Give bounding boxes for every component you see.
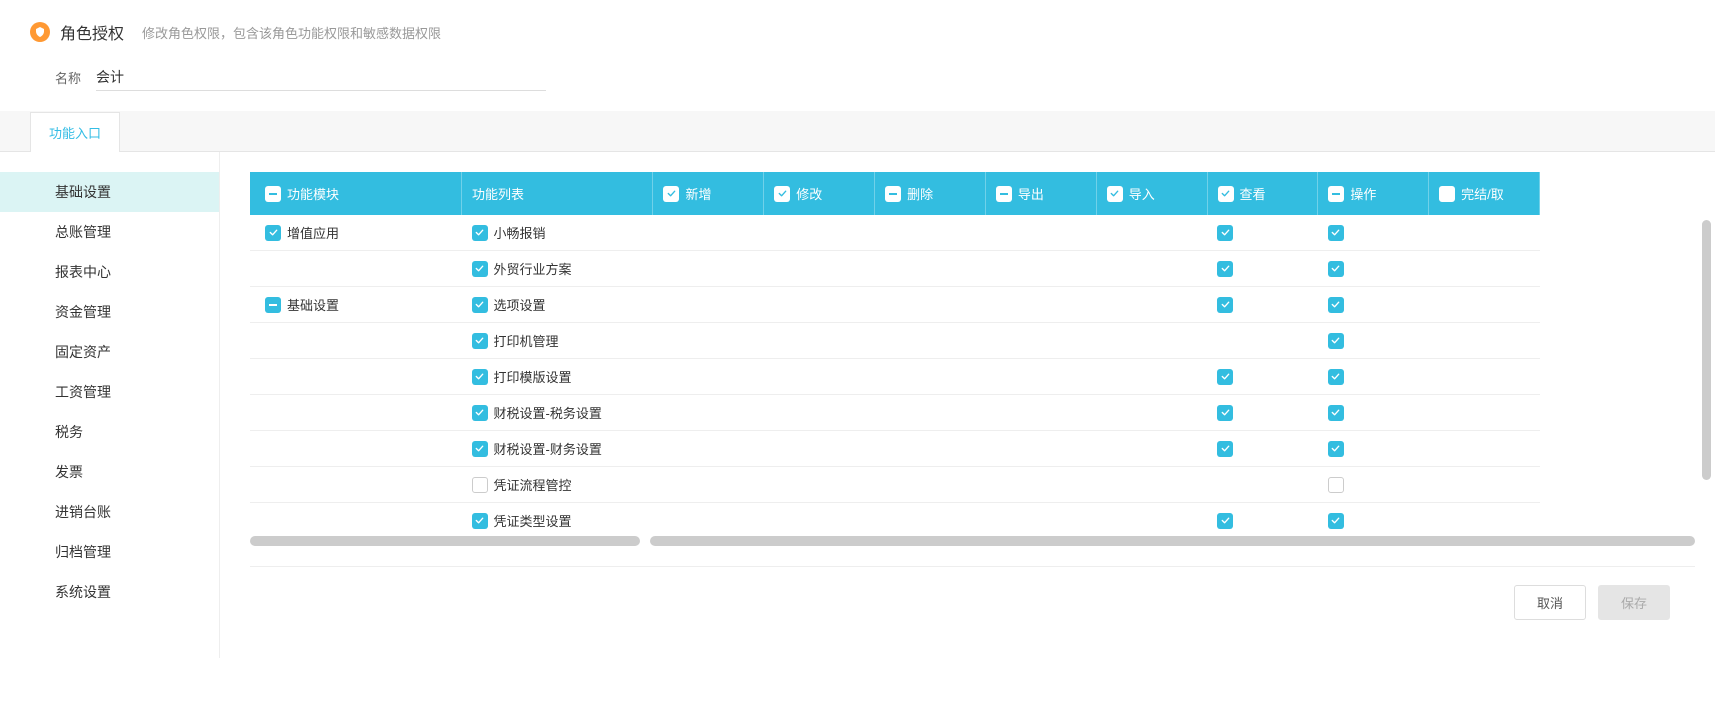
sidebar-item-3[interactable]: 资金管理: [0, 292, 219, 332]
table-row: 财税设置-税务设置: [250, 395, 1540, 431]
sidebar-item-2[interactable]: 报表中心: [0, 252, 219, 292]
shield-icon: [30, 22, 50, 42]
name-label: 名称: [55, 68, 81, 87]
checkbox-icon[interactable]: [1217, 369, 1233, 385]
col-header-1: 修改: [796, 187, 822, 202]
feature-label: 打印机管理: [494, 334, 559, 349]
checkbox-icon[interactable]: [265, 225, 281, 241]
checkbox-icon[interactable]: [472, 261, 488, 277]
checkbox-icon[interactable]: [996, 186, 1012, 202]
checkbox-icon[interactable]: [1217, 405, 1233, 421]
cancel-button[interactable]: 取消: [1514, 585, 1586, 620]
sidebar: 基础设置总账管理报表中心资金管理固定资产工资管理税务发票进销台账归档管理系统设置: [0, 152, 220, 658]
checkbox-icon[interactable]: [1328, 261, 1344, 277]
permission-table-wrap[interactable]: 功能模块 功能列表 新增 修改 删除 导出 导入 查看 操作 完结/取 增值应用 小畅报销外贸行业方…: [250, 172, 1715, 532]
permission-table: 功能模块 功能列表 新增 修改 删除 导出 导入 查看 操作 完结/取 增值应用 小畅报销外贸行业方…: [250, 172, 1540, 532]
table-row: 凭证类型设置: [250, 503, 1540, 533]
page-header: 角色授权 修改角色权限，包含该角色功能权限和敏感数据权限: [0, 0, 1715, 54]
table-row: 打印机管理: [250, 323, 1540, 359]
table-row: 增值应用 小畅报销: [250, 215, 1540, 251]
role-name-input[interactable]: [96, 64, 546, 91]
table-row: 凭证流程管控: [250, 467, 1540, 503]
checkbox-icon[interactable]: [472, 369, 488, 385]
sidebar-item-6[interactable]: 税务: [0, 412, 219, 452]
checkbox-icon[interactable]: [885, 186, 901, 202]
table-row: 外贸行业方案: [250, 251, 1540, 287]
tab-function-entry[interactable]: 功能入口: [30, 112, 120, 152]
checkbox-icon[interactable]: [472, 477, 488, 493]
table-body: 增值应用 小畅报销外贸行业方案基础设置 选项设置打印机管理打印模版设置财税设置-税务…: [250, 215, 1540, 532]
checkbox-icon[interactable]: [1217, 441, 1233, 457]
checkbox-icon[interactable]: [1328, 186, 1344, 202]
name-row: 名称: [0, 54, 1715, 111]
checkbox-icon[interactable]: [472, 333, 488, 349]
page-title: 角色授权: [60, 20, 124, 44]
col-header-3: 导出: [1018, 187, 1044, 202]
checkbox-icon[interactable]: [1328, 297, 1344, 313]
checkbox-icon[interactable]: [1328, 405, 1344, 421]
tabs: 功能入口: [0, 111, 1715, 152]
table-row: 基础设置 选项设置: [250, 287, 1540, 323]
feature-label: 打印模版设置: [494, 370, 572, 385]
feature-label: 小畅报销: [494, 226, 546, 241]
checkbox-icon[interactable]: [1217, 225, 1233, 241]
feature-label: 财税设置-税务设置: [494, 406, 602, 421]
checkbox-icon[interactable]: [774, 186, 790, 202]
page-subtitle: 修改角色权限，包含该角色功能权限和敏感数据权限: [142, 23, 441, 42]
module-label: 基础设置: [287, 298, 339, 313]
checkbox-icon[interactable]: [1328, 225, 1344, 241]
checkbox-icon[interactable]: [1328, 369, 1344, 385]
checkbox-icon[interactable]: [1218, 186, 1234, 202]
checkbox-icon[interactable]: [1107, 186, 1123, 202]
horizontal-scrollbar[interactable]: [250, 536, 1715, 546]
col-header-2: 删除: [907, 187, 933, 202]
footer-actions: 取消 保存: [250, 566, 1695, 638]
feature-label: 财税设置-财务设置: [494, 442, 602, 457]
table-row: 打印模版设置: [250, 359, 1540, 395]
sidebar-item-5[interactable]: 工资管理: [0, 372, 219, 412]
module-label: 增值应用: [287, 226, 339, 241]
checkbox-icon[interactable]: [1439, 186, 1455, 202]
table-row: 财税设置-财务设置: [250, 431, 1540, 467]
sidebar-item-1[interactable]: 总账管理: [0, 212, 219, 252]
checkbox-icon[interactable]: [1217, 513, 1233, 529]
checkbox-icon[interactable]: [1217, 297, 1233, 313]
col-header-6: 操作: [1350, 187, 1376, 202]
sidebar-item-0[interactable]: 基础设置: [0, 172, 219, 212]
col-header-4: 导入: [1129, 187, 1155, 202]
save-button[interactable]: 保存: [1598, 585, 1670, 620]
checkbox-icon[interactable]: [1328, 333, 1344, 349]
checkbox-icon[interactable]: [472, 441, 488, 457]
sidebar-item-9[interactable]: 归档管理: [0, 532, 219, 572]
sidebar-item-8[interactable]: 进销台账: [0, 492, 219, 532]
checkbox-icon[interactable]: [1328, 477, 1344, 493]
sidebar-item-4[interactable]: 固定资产: [0, 332, 219, 372]
checkbox-icon[interactable]: [265, 297, 281, 313]
sidebar-item-7[interactable]: 发票: [0, 452, 219, 492]
feature-label: 选项设置: [494, 298, 546, 313]
col-header-0: 新增: [685, 187, 711, 202]
checkbox-icon[interactable]: [1328, 513, 1344, 529]
checkbox-icon[interactable]: [663, 186, 679, 202]
col-header-module: 功能模块: [287, 187, 339, 202]
checkbox-icon[interactable]: [472, 513, 488, 529]
main-panel: 功能模块 功能列表 新增 修改 删除 导出 导入 查看 操作 完结/取 增值应用 小畅报销外贸行业方…: [220, 152, 1715, 658]
checkbox-icon[interactable]: [472, 297, 488, 313]
table-header-row: 功能模块 功能列表 新增 修改 删除 导出 导入 查看 操作 完结/取: [250, 172, 1540, 215]
feature-label: 凭证类型设置: [494, 514, 572, 529]
checkbox-icon[interactable]: [472, 405, 488, 421]
checkbox-icon[interactable]: [472, 225, 488, 241]
checkbox-icon[interactable]: [1328, 441, 1344, 457]
checkbox-icon[interactable]: [1217, 261, 1233, 277]
col-header-5: 查看: [1240, 187, 1266, 202]
feature-label: 外贸行业方案: [494, 262, 572, 277]
col-header-feature: 功能列表: [462, 172, 653, 215]
feature-label: 凭证流程管控: [494, 478, 572, 493]
vertical-scrollbar[interactable]: [1702, 220, 1711, 480]
col-header-7: 完结/取: [1461, 187, 1504, 202]
sidebar-item-10[interactable]: 系统设置: [0, 572, 219, 612]
checkbox-icon[interactable]: [265, 186, 281, 202]
